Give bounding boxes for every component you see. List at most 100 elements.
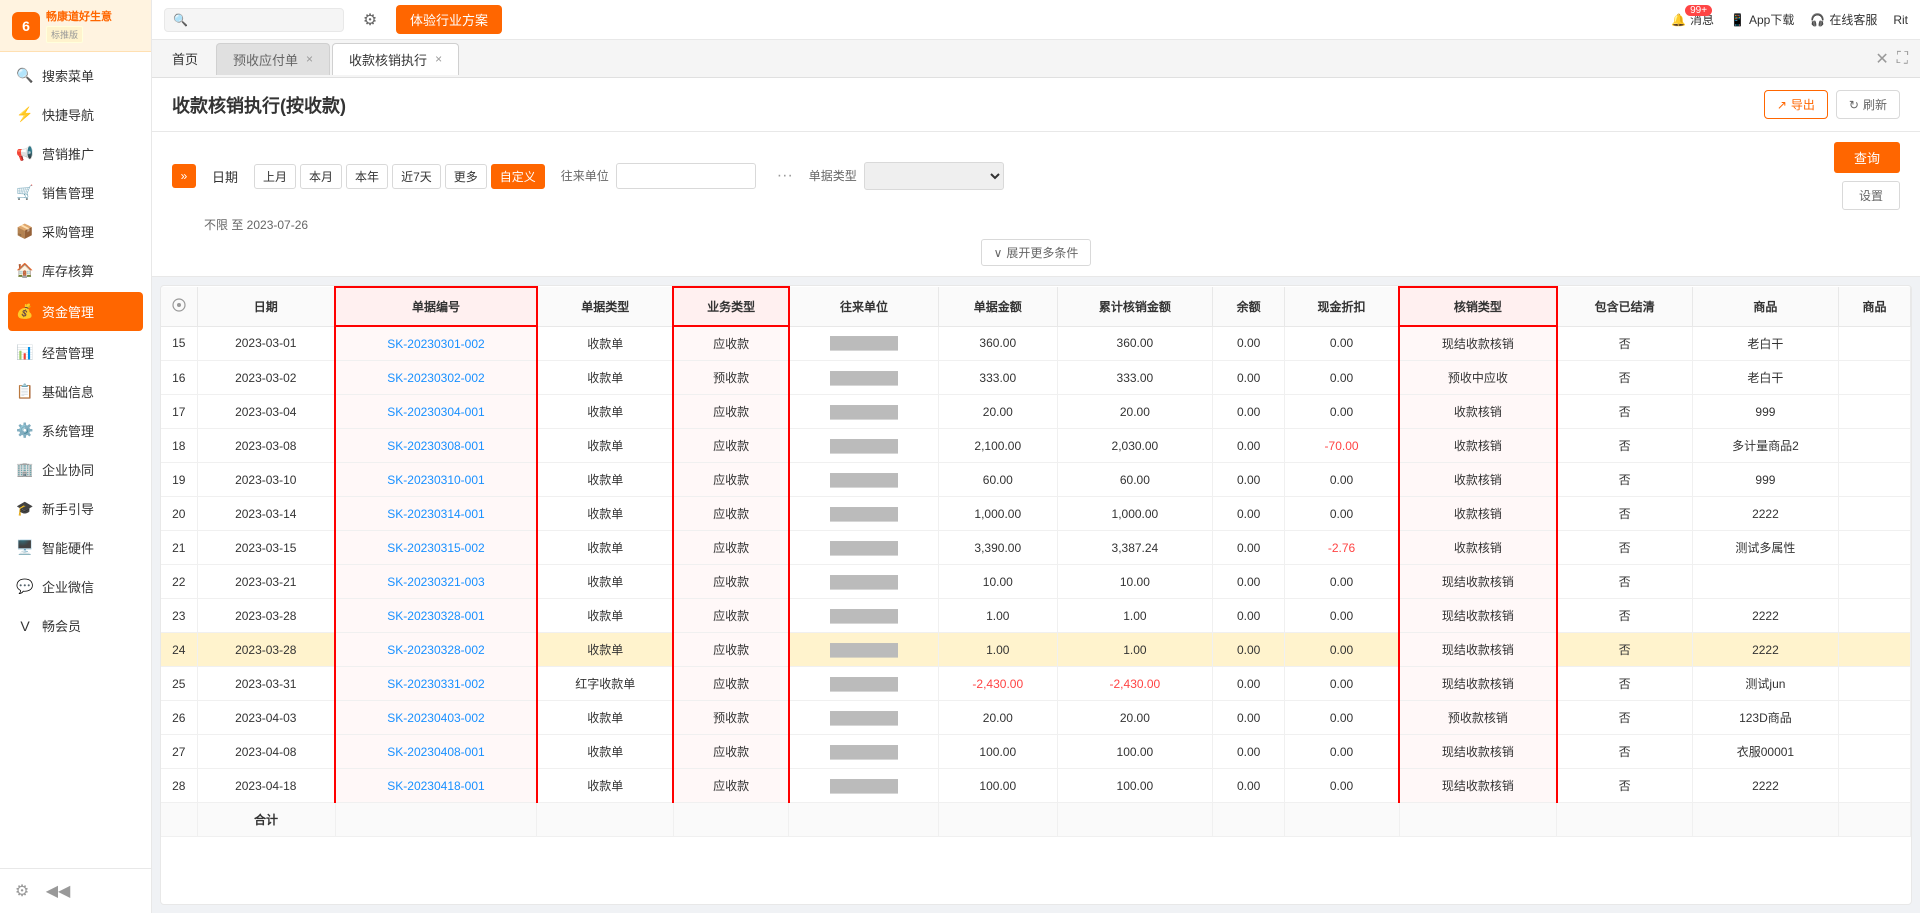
table-row: 162023-03-02SK-20230302-002收款单预收款███████…: [161, 361, 1911, 395]
app-download-btn[interactable]: 📱 App下载: [1730, 11, 1794, 28]
money-icon: 💰: [16, 303, 34, 321]
date-quick-btns: 上月 本月 本年 近7天 更多 自定义: [254, 164, 545, 189]
date-last-month-btn[interactable]: 上月: [254, 164, 296, 189]
sidebar-logo: 6 畅康道好生意 标推版: [0, 0, 151, 52]
date-7days-btn[interactable]: 近7天: [392, 164, 441, 189]
messages-badge: 99+: [1685, 5, 1712, 16]
tab-close-all-btn[interactable]: ✕: [1875, 49, 1888, 69]
solution-btn[interactable]: 体验行业方案: [396, 5, 502, 34]
box-icon: 📦: [16, 223, 34, 241]
table-row: 272023-04-08SK-20230408-001收款单应收款███████…: [161, 735, 1911, 769]
th-verified: 累计核销金额: [1057, 287, 1213, 326]
export-btn[interactable]: ↗ 导出: [1764, 90, 1828, 119]
building-icon: 🏢: [16, 461, 34, 479]
partner-input[interactable]: [616, 163, 756, 189]
tab-bar: 首页 预收应付单 × 收款核销执行 × ✕ ⛶: [152, 40, 1920, 78]
export-icon: ↗: [1777, 98, 1787, 112]
collapse-btn[interactable]: ◀◀: [44, 877, 72, 905]
tab-expand-btn[interactable]: ⛶: [1897, 50, 1908, 68]
date-custom-btn[interactable]: 自定义: [491, 164, 545, 189]
table-row: 192023-03-10SK-20230310-001收款单应收款███████…: [161, 463, 1911, 497]
chat-icon: 💬: [16, 578, 34, 596]
sidebar-item-finance[interactable]: 💰 资金管理: [8, 292, 143, 331]
tab-prepay[interactable]: 预收应付单 ×: [216, 43, 330, 75]
expand-row: ∨ 展开更多条件: [172, 239, 1900, 266]
table-row: 282023-04-18SK-20230418-001收款单应收款███████…: [161, 769, 1911, 803]
tab-close-prepay[interactable]: ×: [306, 52, 313, 66]
settings-bottom-btn[interactable]: ⚙: [8, 877, 36, 905]
table-row: 252023-03-31SK-20230331-002红字收款单应收款█████…: [161, 667, 1911, 701]
settings-btn[interactable]: 设置: [1842, 181, 1900, 210]
doc-type-select-group: 单据类型: [809, 162, 1029, 190]
sidebar-item-guide[interactable]: 🎓 新手引导: [0, 489, 151, 528]
expand-more-btn[interactable]: ∨ 展开更多条件: [981, 239, 1092, 266]
table-header-row: 日期 单据编号 单据类型 业务类型 往来单位 单据金额 累计核销金额 余额 现金…: [161, 287, 1911, 326]
sidebar-item-marketing[interactable]: 📢 营销推广: [0, 134, 151, 173]
table-row: 202023-03-14SK-20230314-001收款单应收款███████…: [161, 497, 1911, 531]
query-btn[interactable]: 查询: [1834, 142, 1900, 173]
sidebar-item-wechat[interactable]: 💬 企业微信: [0, 567, 151, 606]
date-more-btn[interactable]: 更多: [445, 164, 487, 189]
lightning-icon: ⚡: [16, 106, 34, 124]
sidebar-item-basic[interactable]: 📋 基础信息: [0, 372, 151, 411]
table-row: 222023-03-21SK-20230321-003收款单应收款███████…: [161, 565, 1911, 599]
filter-area: » 日期 上月 本月 本年 近7天 更多 自定义 往来单位 ··· 单据类型: [152, 132, 1920, 277]
tabs-right-actions: ✕ ⛶: [1875, 49, 1916, 69]
filter-sub-row: 不限 至 2023-07-26: [172, 212, 1900, 233]
table-row: 242023-03-28SK-20230328-002收款单应收款███████…: [161, 633, 1911, 667]
data-table-container: 日期 单据编号 单据类型 业务类型 往来单位 单据金额 累计核销金额 余额 现金…: [160, 285, 1912, 905]
sidebar-item-hardware[interactable]: 🖥️ 智能硬件: [0, 528, 151, 567]
th-doc-no: 单据编号: [335, 287, 537, 326]
topbar-right: 🔔 消息 99+ 📱 App下载 🎧 在线客服 Rit: [1671, 11, 1908, 28]
tab-close-receipt[interactable]: ×: [435, 52, 442, 66]
sidebar: 6 畅康道好生意 标推版 🔍 搜索菜单 ⚡ 快捷导航 📢 营销推广 🛒 销售管理…: [0, 0, 152, 913]
bell-icon: 🔔: [1671, 13, 1686, 27]
sidebar-item-system[interactable]: ⚙️ 系统管理: [0, 411, 151, 450]
sidebar-item-search[interactable]: 🔍 搜索菜单: [0, 56, 151, 95]
th-date: 日期: [197, 287, 335, 326]
search-icon: 🔍: [16, 67, 34, 85]
th-settled: 包含已结清: [1557, 287, 1693, 326]
date-this-month-btn[interactable]: 本月: [300, 164, 342, 189]
table-body: 152023-03-01SK-20230301-002收款单应收款███████…: [161, 326, 1911, 837]
refresh-btn[interactable]: ↻ 刷新: [1836, 90, 1900, 119]
th-partner: 往来单位: [789, 287, 939, 326]
th-settings[interactable]: [161, 287, 197, 326]
th-doc-type: 单据类型: [537, 287, 673, 326]
th-biz-type: 业务类型: [673, 287, 789, 326]
headset-icon: 🎧: [1810, 13, 1825, 27]
sidebar-item-purchase[interactable]: 📦 采购管理: [0, 212, 151, 251]
member-icon: V: [16, 617, 34, 635]
topbar: 🔍 ⚙ 体验行业方案 🔔 消息 99+ 📱 App下载 🎧 在线客服 Rit: [152, 0, 1920, 40]
date-this-year-btn[interactable]: 本年: [346, 164, 388, 189]
main-content: 🔍 ⚙ 体验行业方案 🔔 消息 99+ 📱 App下载 🎧 在线客服 Rit 首…: [152, 0, 1920, 913]
sidebar-item-stock[interactable]: 🏠 库存核算: [0, 251, 151, 290]
customer-service-btn[interactable]: 🎧 在线客服: [1810, 11, 1877, 28]
messages-btn[interactable]: 🔔 消息 99+: [1671, 11, 1714, 28]
logo-text: 畅康道好生意 标推版: [46, 8, 112, 43]
house-icon: 🏠: [16, 262, 34, 280]
logo-icon: 6: [12, 12, 40, 40]
megaphone-icon: 📢: [16, 145, 34, 163]
sidebar-item-ops[interactable]: 📊 经营管理: [0, 333, 151, 372]
topbar-search-box[interactable]: 🔍: [164, 8, 344, 32]
doc-type-select[interactable]: [864, 162, 1004, 190]
tab-receipt[interactable]: 收款核销执行 ×: [332, 43, 459, 75]
filter-toggle-btn[interactable]: »: [172, 164, 196, 188]
topbar-gear-btn[interactable]: ⚙: [356, 6, 384, 34]
th-goods1: 商品: [1692, 287, 1838, 326]
tab-home[interactable]: 首页: [156, 43, 214, 74]
sidebar-item-corp[interactable]: 🏢 企业协同: [0, 450, 151, 489]
sidebar-item-sales[interactable]: 🛒 销售管理: [0, 173, 151, 212]
page-header-actions: ↗ 导出 ↻ 刷新: [1764, 90, 1900, 119]
chart-icon: 📊: [16, 344, 34, 362]
search-icon: 🔍: [173, 13, 188, 27]
partner-input-group: 往来单位: [561, 163, 761, 189]
graduate-icon: 🎓: [16, 500, 34, 518]
sidebar-item-member[interactable]: V 畅会员: [0, 606, 151, 645]
cart-icon: 🛒: [16, 184, 34, 202]
table-row: 152023-03-01SK-20230301-002收款单应收款███████…: [161, 326, 1911, 361]
sidebar-bottom: ⚙ ◀◀: [0, 868, 151, 913]
user-name: Rit: [1893, 13, 1908, 27]
sidebar-item-quick[interactable]: ⚡ 快捷导航: [0, 95, 151, 134]
